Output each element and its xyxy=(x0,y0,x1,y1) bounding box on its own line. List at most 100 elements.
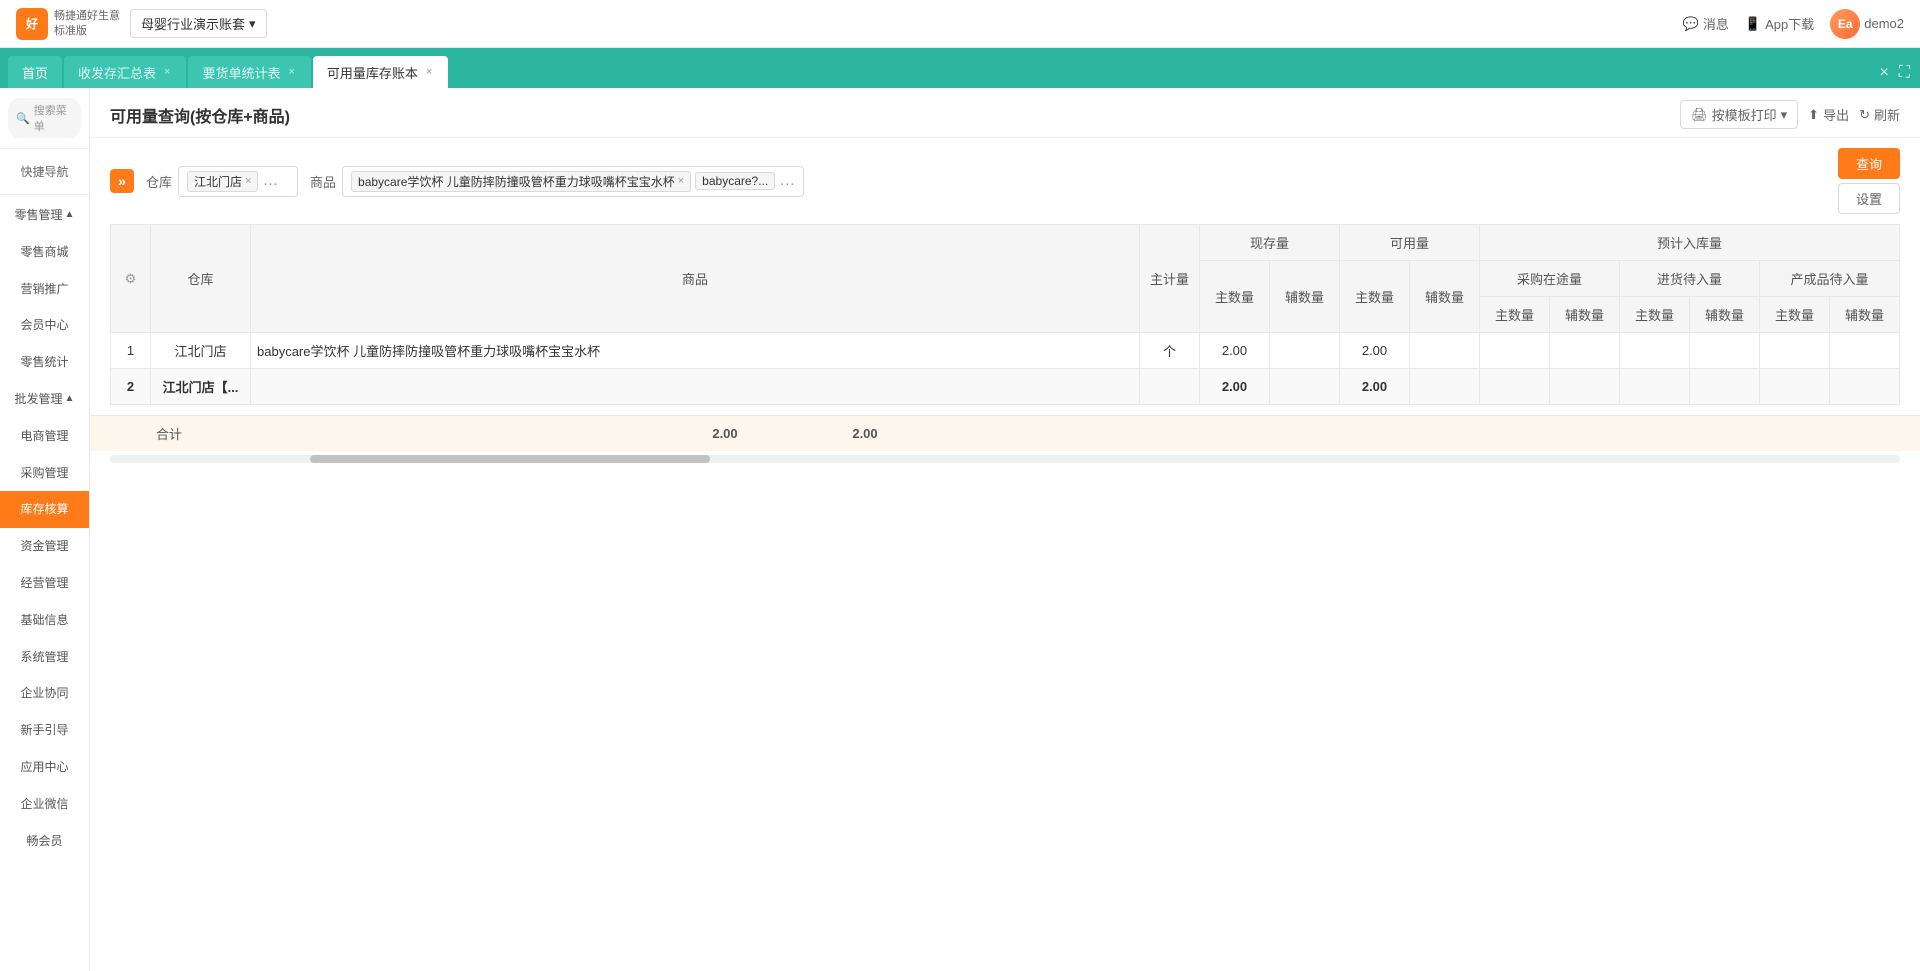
download-icon: 📱 xyxy=(1745,16,1761,32)
fullscreen-btn[interactable]: ⛶ xyxy=(1897,62,1912,84)
top-bar: 好 畅捷通好生意 标准版 母婴行业演示账套 ▾ 💬 消息 📱 App下载 Ea … xyxy=(0,0,1920,48)
tab-home[interactable]: 首页 xyxy=(8,56,62,88)
filter-row: » 仓库 江北门店 × … 商品 babycare学饮 xyxy=(90,138,1920,224)
cell-stock-main: 2.00 xyxy=(1200,333,1270,369)
sidebar-item-wholesale[interactable]: 批发管理 ▲ xyxy=(0,381,89,418)
chevron-down-icon: ▾ xyxy=(1781,107,1788,123)
cell-avail-main: 2.00 xyxy=(1340,333,1410,369)
cell-inc-sub-2 xyxy=(1690,369,1760,405)
footer-avail-main: 2.00 xyxy=(830,426,900,441)
sidebar-item-retail-stats[interactable]: 零售统计 xyxy=(0,344,89,381)
search-input[interactable]: 🔍 搜索菜单 xyxy=(8,98,81,138)
tab-available-stock[interactable]: 可用量库存账本 × xyxy=(313,56,448,88)
cell-prod-main-2 xyxy=(1760,369,1830,405)
sidebar-item-ecommerce[interactable]: 电商管理 xyxy=(0,418,89,455)
cell-proc-sub xyxy=(1550,333,1620,369)
warehouse-input[interactable]: 江北门店 × … xyxy=(178,166,298,197)
search-icon: 🔍 xyxy=(16,112,30,125)
footer-stock-main: 2.00 xyxy=(690,426,760,441)
top-bar-right: 💬 消息 📱 App下载 Ea demo2 xyxy=(1683,9,1904,39)
tab-requisition[interactable]: 要货单统计表 × xyxy=(188,56,310,88)
sidebar-item-retail-mall[interactable]: 零售商城 xyxy=(0,234,89,271)
th-stock-sub: 辅数量 xyxy=(1270,261,1340,333)
sidebar-item-marketing[interactable]: 营销推广 xyxy=(0,271,89,308)
printer-icon: 🖨 xyxy=(1691,107,1708,123)
remove-warehouse-tag[interactable]: × xyxy=(245,175,251,187)
footer-values: 2.00 2.00 xyxy=(190,426,1900,441)
sidebar-item-app-center[interactable]: 应用中心 xyxy=(0,749,89,786)
logo-area: 好 畅捷通好生意 标准版 xyxy=(16,8,120,40)
sidebar-item-enterprise-wechat[interactable]: 企业微信 xyxy=(0,786,89,823)
main-layout: 🔍 搜索菜单 快捷导航 零售管理 ▲ 零售商城 营销推广 会员中心 xyxy=(0,88,1920,971)
sidebar-item-system[interactable]: 系统管理 xyxy=(0,639,89,676)
account-dropdown[interactable]: 母婴行业演示账套 ▾ xyxy=(130,9,267,38)
template-print-btn[interactable]: 🖨 按模板打印 ▾ xyxy=(1680,100,1798,129)
th-inc-main: 主数量 xyxy=(1620,297,1690,333)
th-available: 可用量 xyxy=(1340,225,1480,261)
cell-prod-main xyxy=(1760,333,1830,369)
sidebar-item-finance[interactable]: 资金管理 xyxy=(0,528,89,565)
sidebar-item-operations[interactable]: 经营管理 xyxy=(0,565,89,602)
cell-product-2 xyxy=(251,369,1140,405)
th-avail-main: 主数量 xyxy=(1340,261,1410,333)
tab-receivable[interactable]: 收发存汇总表 × xyxy=(64,56,186,88)
cell-seq-2: 2 xyxy=(111,369,151,405)
cell-unit-2 xyxy=(1140,369,1200,405)
sidebar-item-basic-info[interactable]: 基础信息 xyxy=(0,602,89,639)
cell-proc-sub-2 xyxy=(1550,369,1620,405)
sidebar-item-inventory[interactable]: 库存核算 xyxy=(0,491,89,528)
query-btn[interactable]: 查询 xyxy=(1838,148,1900,179)
app-download-btn[interactable]: 📱 App下载 xyxy=(1745,14,1814,33)
logo-text: 畅捷通好生意 标准版 xyxy=(54,9,120,38)
table-settings-icon[interactable]: ⚙ xyxy=(121,269,141,289)
close-tab-3[interactable]: × xyxy=(424,65,434,79)
export-icon: ⬆ xyxy=(1808,107,1819,123)
product-input[interactable]: babycare学饮杯 儿童防摔防撞吸管杯重力球吸嘴杯宝宝水杯 × babyca… xyxy=(342,166,804,197)
export-btn[interactable]: ⬆ 导出 xyxy=(1808,105,1849,124)
product-tag-1: babycare学饮杯 儿童防摔防撞吸管杯重力球吸嘴杯宝宝水杯 × xyxy=(351,171,691,192)
user-area[interactable]: Ea demo2 xyxy=(1830,9,1904,39)
close-tab-1[interactable]: × xyxy=(162,65,172,79)
cell-stock-sub xyxy=(1270,333,1340,369)
th-proc-main: 主数量 xyxy=(1480,297,1550,333)
more-products-icon[interactable]: … xyxy=(779,172,795,190)
settings-btn[interactable]: 设置 xyxy=(1838,183,1900,214)
sidebar-item-enterprise[interactable]: 企业协同 xyxy=(0,675,89,712)
sidebar-item-quick-nav[interactable]: 快捷导航 xyxy=(0,155,89,188)
sidebar-item-retail-mgmt[interactable]: 零售管理 ▲ xyxy=(0,197,89,234)
cell-proc-main xyxy=(1480,333,1550,369)
th-planned-in: 预计入库量 xyxy=(1480,225,1900,261)
cell-product: babycare学饮杯 儿童防摔防撞吸管杯重力球吸嘴杯宝宝水杯 xyxy=(251,333,1140,369)
sidebar-item-purchase[interactable]: 采购管理 xyxy=(0,455,89,492)
th-settings-icon: ⚙ xyxy=(111,225,151,333)
sidebar-item-newbie[interactable]: 新手引导 xyxy=(0,712,89,749)
cell-prod-sub xyxy=(1830,333,1900,369)
page-content: 可用量查询(按仓库+商品) 🖨 按模板打印 ▾ ⬆ 导出 ↻ 刷新 xyxy=(90,88,1920,971)
close-all-tabs[interactable]: × xyxy=(1877,62,1890,84)
table-row: 1 江北门店 babycare学饮杯 儿童防摔防撞吸管杯重力球吸嘴杯宝宝水杯 个… xyxy=(111,333,1900,369)
scrollbar-thumb[interactable] xyxy=(310,455,710,463)
filter-expand-btn[interactable]: » xyxy=(110,169,134,193)
refresh-btn[interactable]: ↻ 刷新 xyxy=(1859,105,1900,124)
horizontal-scrollbar[interactable] xyxy=(90,451,1920,467)
th-proc-sub: 辅数量 xyxy=(1550,297,1620,333)
close-tab-2[interactable]: × xyxy=(286,65,296,79)
cell-avail-main-2: 2.00 xyxy=(1340,369,1410,405)
sidebar-item-member[interactable]: 畅会员 xyxy=(0,823,89,860)
table-footer: 合计 2.00 2.00 xyxy=(90,415,1920,451)
sidebar-item-member-center[interactable]: 会员中心 xyxy=(0,307,89,344)
cell-unit: 个 xyxy=(1140,333,1200,369)
message-btn[interactable]: 💬 消息 xyxy=(1683,14,1729,33)
remove-product-tag-1[interactable]: × xyxy=(678,175,684,187)
message-icon: 💬 xyxy=(1683,16,1699,32)
page-header-actions: 🖨 按模板打印 ▾ ⬆ 导出 ↻ 刷新 xyxy=(1680,100,1900,129)
cell-warehouse: 江北门店 xyxy=(151,333,251,369)
cell-avail-sub-2 xyxy=(1410,369,1480,405)
footer-label: 合计 xyxy=(110,424,190,443)
chevron-down-icon: ▾ xyxy=(249,16,256,32)
more-options-icon[interactable]: … xyxy=(262,172,278,190)
cell-proc-main-2 xyxy=(1480,369,1550,405)
filter-actions: 查询 设置 xyxy=(1838,148,1900,214)
scrollbar-track xyxy=(110,455,1900,463)
cell-avail-sub xyxy=(1410,333,1480,369)
